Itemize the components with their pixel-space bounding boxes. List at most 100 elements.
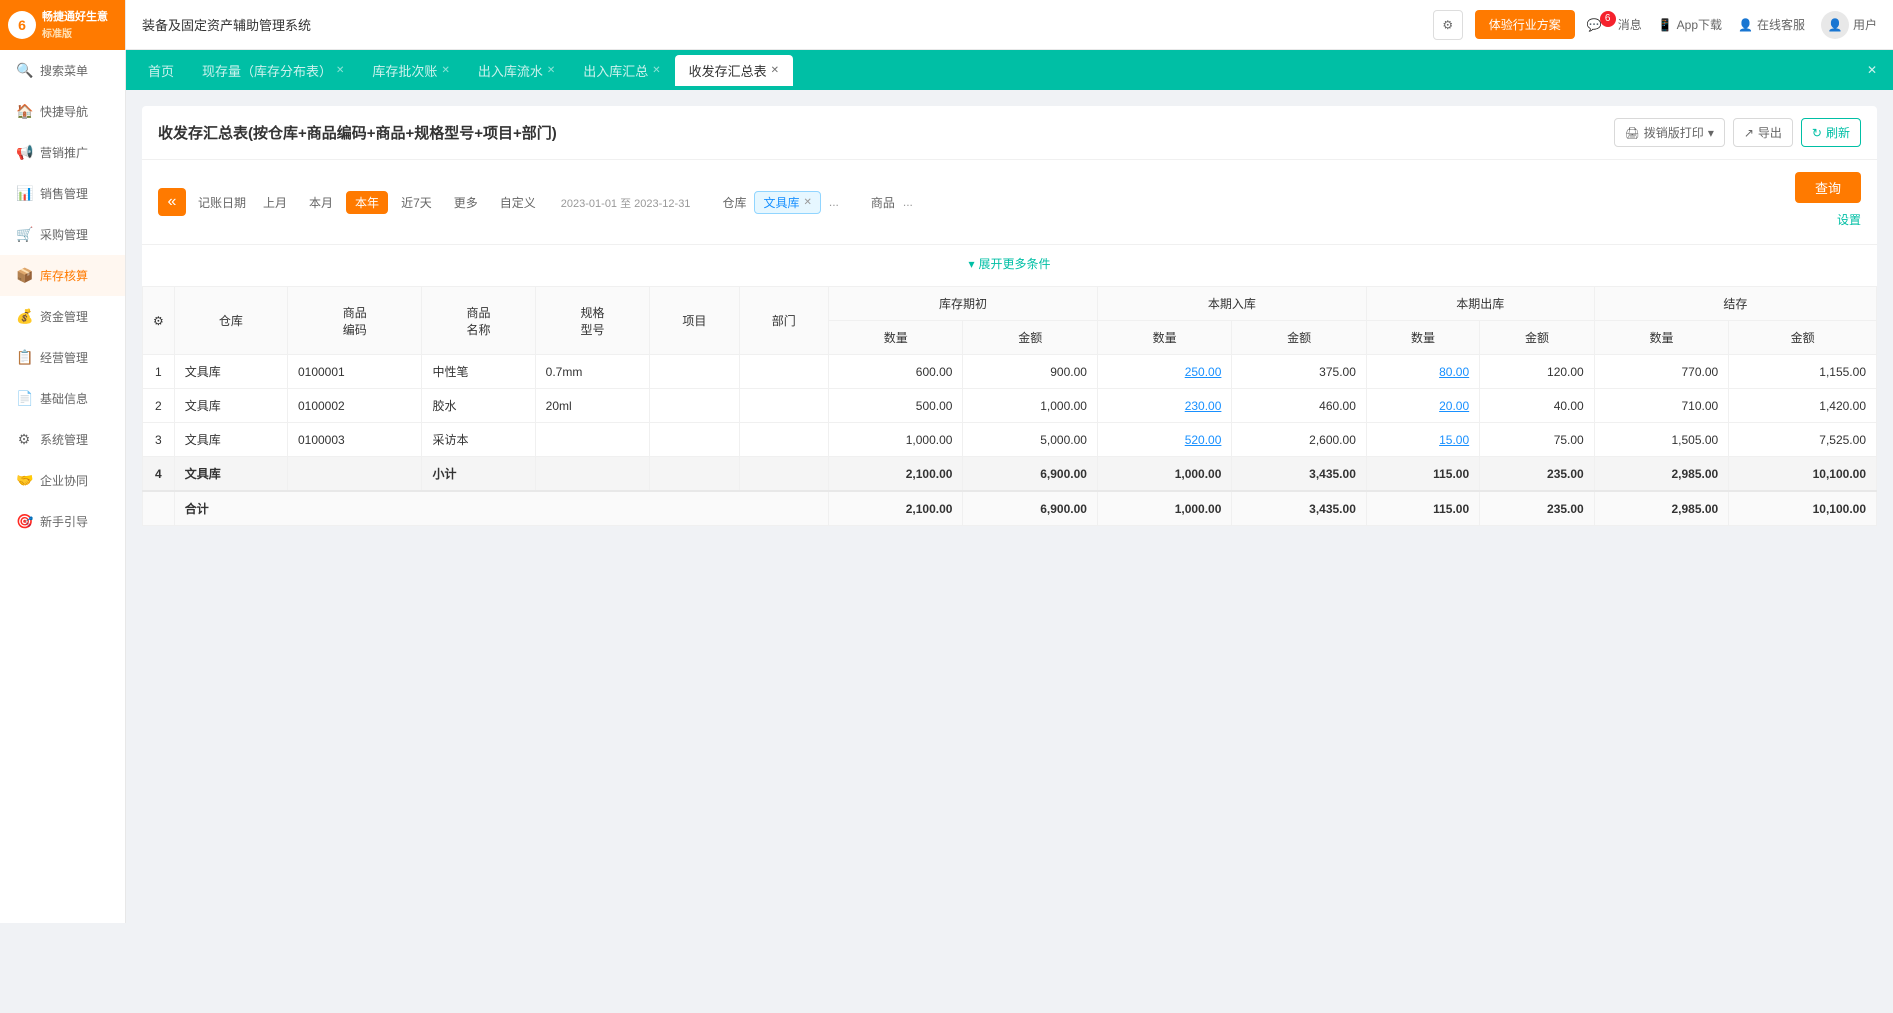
sidebar-item-basic-info[interactable]: 📄 基础信息 [0, 378, 125, 419]
sidebar-item-inventory-label: 库存核算 [40, 267, 88, 284]
tab-inout-summary-close[interactable]: ✕ [652, 65, 660, 76]
row-out-amt: 120.00 [1480, 355, 1595, 389]
date-btn-7days[interactable]: 近7天 [392, 191, 441, 214]
row-out-qty: 80.00 [1366, 355, 1479, 389]
try-industry-button[interactable]: 体验行业方案 [1475, 10, 1575, 39]
sidebar-item-marketing[interactable]: 📢 营销推广 [0, 132, 125, 173]
home-icon: 🏠 [16, 103, 32, 120]
tab-inout-summary[interactable]: 出入库汇总 ✕ [569, 55, 674, 86]
sidebar-item-operations[interactable]: 📋 经营管理 [0, 337, 125, 378]
goods-filter-ellipsis[interactable]: ... [903, 195, 913, 209]
row-closing-amt: 7,525.00 [1729, 423, 1877, 457]
row-in-qty-link[interactable]: 230.00 [1185, 399, 1222, 413]
page-header: 收发存汇总表(按仓库+商品编码+商品+规格型号+项目+部门) 🖨 拨销版打印 ▾… [142, 106, 1877, 160]
row-project [650, 389, 739, 423]
online-service-item[interactable]: 👤 在线客服 [1738, 16, 1805, 33]
row-out-qty: 115.00 [1366, 457, 1479, 492]
topbar-settings-button[interactable]: ⚙ [1433, 10, 1463, 40]
tab-batch-ledger-close[interactable]: ✕ [441, 65, 449, 76]
expand-conditions-button[interactable]: ▾ 展开更多条件 [960, 251, 1058, 276]
row-in-qty: 1,000.00 [1097, 457, 1231, 492]
row-in-qty: 230.00 [1097, 389, 1231, 423]
close-all-tabs-button[interactable]: ✕ [1859, 63, 1885, 77]
print-chevron-icon: ▾ [1708, 126, 1714, 140]
col-opening-qty: 数量 [829, 321, 963, 355]
sidebar-item-search[interactable]: 🔍 搜索菜单 [0, 50, 125, 91]
app-logo: 6 畅捷通好生意 标准版 [0, 0, 125, 50]
footer-closing-qty: 2,985.00 [1594, 491, 1728, 526]
sidebar-item-guide[interactable]: 🎯 新手引导 [0, 501, 125, 542]
tab-inout-flow-close[interactable]: ✕ [547, 65, 555, 76]
date-btn-more[interactable]: 更多 [445, 191, 487, 214]
warehouse-filter-ellipsis[interactable]: ... [829, 195, 839, 209]
tab-home-label: 首页 [148, 61, 174, 80]
sidebar-item-quick-nav[interactable]: 🏠 快捷导航 [0, 91, 125, 132]
warehouse-tag-text: 文具库 [763, 194, 799, 211]
row-out-qty-link[interactable]: 80.00 [1439, 365, 1469, 379]
tab-receipt-summary-close[interactable]: ✕ [771, 65, 779, 76]
print-button[interactable]: 🖨 拨销版打印 ▾ [1614, 118, 1725, 147]
enterprise-icon: 🤝 [16, 472, 32, 489]
col-settings[interactable]: ⚙ [143, 287, 175, 355]
sidebar-item-quicknav-label: 快捷导航 [40, 103, 88, 120]
row-name: 中性笔 [422, 355, 535, 389]
col-out-qty: 数量 [1366, 321, 1479, 355]
notifications-item[interactable]: 💬 6 消息 [1587, 16, 1642, 33]
row-dept [739, 355, 828, 389]
row-out-qty-link[interactable]: 15.00 [1439, 433, 1469, 447]
sidebar-item-enterprise[interactable]: 🤝 企业协同 [0, 460, 125, 501]
row-no: 1 [143, 355, 175, 389]
export-button[interactable]: ↗ 导出 [1733, 118, 1793, 147]
tab-inout-flow[interactable]: 出入库流水 ✕ [464, 55, 569, 86]
row-out-qty-link[interactable]: 20.00 [1439, 399, 1469, 413]
sidebar-item-purchase[interactable]: 🛒 采购管理 [0, 214, 125, 255]
date-btn-last-month[interactable]: 上月 [254, 191, 296, 214]
sidebar-item-enterprise-label: 企业协同 [40, 472, 88, 489]
sidebar-item-finance[interactable]: 💰 资金管理 [0, 296, 125, 337]
expand-label: 展开更多条件 [979, 255, 1051, 272]
sidebar-item-sales[interactable]: 📊 销售管理 [0, 173, 125, 214]
tab-receipt-summary[interactable]: 收发存汇总表 ✕ [675, 55, 793, 86]
row-out-amt: 235.00 [1480, 457, 1595, 492]
operations-icon: 📋 [16, 349, 32, 366]
row-dept [739, 389, 828, 423]
row-opening-amt: 6,900.00 [963, 457, 1097, 492]
col-closing-header: 结存 [1594, 287, 1876, 321]
row-in-qty-link[interactable]: 520.00 [1185, 433, 1222, 447]
sidebar-item-basicinfo-label: 基础信息 [40, 390, 88, 407]
date-btn-this-month[interactable]: 本月 [300, 191, 342, 214]
purchase-icon: 🛒 [16, 226, 32, 243]
query-button[interactable]: 查询 [1795, 172, 1861, 203]
row-no: 2 [143, 389, 175, 423]
date-btn-this-year[interactable]: 本年 [346, 191, 388, 214]
col-name-header: 商品名称 [422, 287, 535, 355]
tab-inventory-dist[interactable]: 现存量（库存分布表） ✕ [188, 55, 358, 86]
table-row: 2文具库0100002胶水20ml500.001,000.00230.00460… [143, 389, 1877, 423]
row-closing-amt: 1,155.00 [1729, 355, 1877, 389]
table-wrapper: ⚙ 仓库 商品编码 商品名称 规格型号 项目 部门 库存期初 本期入库 本期出库… [142, 286, 1877, 526]
row-opening-qty: 2,100.00 [829, 457, 963, 492]
date-btn-custom[interactable]: 自定义 [491, 191, 545, 214]
warehouse-tag-close[interactable]: ✕ [803, 197, 811, 208]
page-actions: 🖨 拨销版打印 ▾ ↗ 导出 ↻ 刷新 [1614, 118, 1861, 159]
row-spec: 20ml [535, 389, 650, 423]
col-closing-qty: 数量 [1594, 321, 1728, 355]
tab-inventory-dist-label: 现存量（库存分布表） [202, 61, 332, 80]
data-table: ⚙ 仓库 商品编码 商品名称 规格型号 项目 部门 库存期初 本期入库 本期出库… [142, 286, 1877, 526]
app-download-item[interactable]: 📱 App下载 [1658, 16, 1722, 33]
tab-inventory-dist-close[interactable]: ✕ [336, 65, 344, 76]
tab-home[interactable]: 首页 [134, 55, 188, 86]
filter-toggle-button[interactable]: « [158, 188, 186, 216]
sidebar-item-inventory[interactable]: 📦 库存核算 [0, 255, 125, 296]
row-opening-amt: 5,000.00 [963, 423, 1097, 457]
refresh-button[interactable]: ↻ 刷新 [1801, 118, 1861, 147]
settings-link[interactable]: 设置 [1837, 207, 1861, 232]
logo-icon: 6 [8, 11, 36, 39]
row-in-qty-link[interactable]: 250.00 [1185, 365, 1222, 379]
topbar: 装备及固定资产辅助管理系统 ⚙ 体验行业方案 💬 6 消息 📱 App下载 👤 … [126, 0, 1893, 50]
tab-batch-ledger[interactable]: 库存批次账 ✕ [358, 55, 463, 86]
row-opening-qty: 1,000.00 [829, 423, 963, 457]
sidebar-item-system[interactable]: ⚙ 系统管理 [0, 419, 125, 460]
user-item[interactable]: 👤 用户 [1821, 11, 1877, 39]
expand-icon: ▾ [968, 257, 974, 271]
